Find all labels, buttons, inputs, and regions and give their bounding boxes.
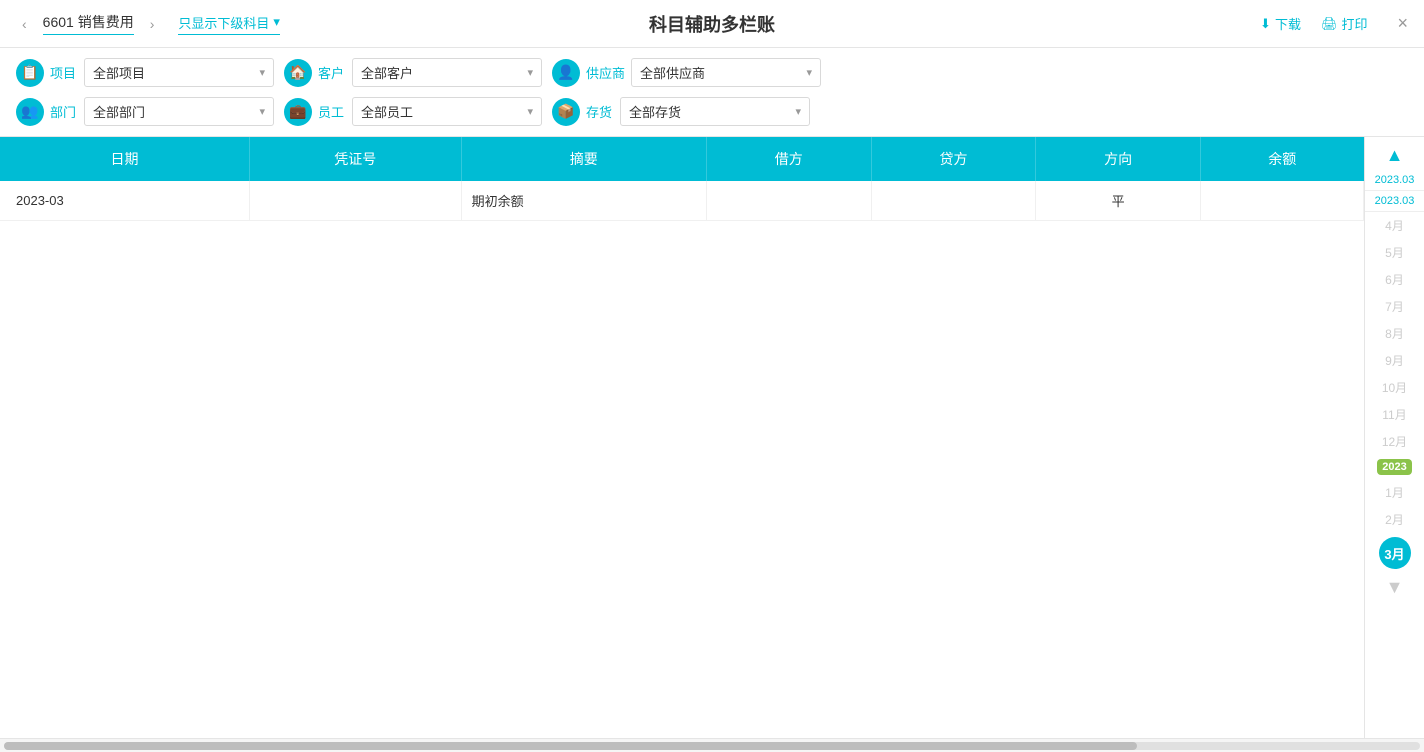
employee-value: 全部员工 [361,102,413,121]
col-balance: 余额 [1200,137,1363,181]
timeline-scroll-up[interactable]: ▲ [1382,141,1408,170]
filter-item-supplier: 👤 供应商 全部供应商 ▾ [552,58,821,87]
account-code-label: 6601 销售费用 [43,12,134,35]
filter-item-inventory: 📦 存货 全部存货 ▾ [552,97,810,126]
timeline-month-7[interactable]: 7月 [1365,293,1424,320]
filter-item-employee: 💼 员工 全部员工 ▾ [284,97,542,126]
cell-credit [871,181,1036,221]
ledger-table: 日期 凭证号 摘要 借方 贷方 方向 余额 2023-03 期初余额 [0,137,1364,221]
timeline-sub-2023-03[interactable]: 2023.03 [1365,191,1424,212]
col-debit: 借方 [706,137,871,181]
employee-arrow-icon: ▾ [527,105,533,118]
timeline-month-8[interactable]: 8月 [1365,320,1424,347]
main-window: ‹ 6601 销售费用 › 只显示下级科目 ▾ 科目辅助多栏账 ⬇ 下载 🖨 打… [0,0,1424,752]
top-bar: ‹ 6601 销售费用 › 只显示下级科目 ▾ 科目辅助多栏账 ⬇ 下载 🖨 打… [0,0,1424,48]
nav-next-button[interactable]: › [144,14,161,34]
scrollbar-track[interactable] [4,742,1420,750]
show-sub-label: 只显示下级科目 [178,13,269,32]
col-voucher: 凭证号 [249,137,461,181]
bottom-scrollbar[interactable] [0,738,1424,752]
supplier-arrow-icon: ▾ [806,66,812,79]
customer-arrow-icon: ▾ [527,66,533,79]
col-summary: 摘要 [461,137,706,181]
timeline-month-6[interactable]: 6月 [1365,266,1424,293]
timeline-month-1[interactable]: 1月 [1365,479,1424,506]
inventory-arrow-icon: ▾ [795,105,801,118]
cell-balance [1200,181,1363,221]
timeline-sidebar: ▲ 2023.03 2023.03 4月 5月 6月 7月 8月 9月 10月 … [1364,137,1424,738]
timeline-month-5[interactable]: 5月 [1365,239,1424,266]
show-sub-arrow-icon: ▾ [273,14,280,30]
customer-value: 全部客户 [361,63,413,82]
scrollbar-thumb[interactable] [4,742,1137,750]
cell-date: 2023-03 [0,181,249,221]
download-icon: ⬇ [1260,16,1271,32]
timeline-month-12[interactable]: 12月 [1365,428,1424,455]
col-direction: 方向 [1036,137,1201,181]
close-button[interactable]: × [1397,13,1408,34]
project-arrow-icon: ▾ [259,66,265,79]
cell-summary: 期初余额 [461,181,706,221]
table-header-row: 日期 凭证号 摘要 借方 贷方 方向 余额 [0,137,1364,181]
inventory-select[interactable]: 全部存货 ▾ [620,97,810,126]
timeline-month-3-active[interactable]: 3月 [1379,537,1411,569]
timeline-group-2023-03[interactable]: 2023.03 [1365,170,1424,191]
project-value: 全部项目 [93,63,145,82]
year-badge: 2023 [1377,459,1411,475]
filter-item-project: 📋 项目 全部项目 ▾ [16,58,274,87]
col-date: 日期 [0,137,249,181]
department-arrow-icon: ▾ [259,105,265,118]
department-icon: 👥 [16,98,44,126]
filter-item-customer: 🏠 客户 全部客户 ▾ [284,58,542,87]
employee-select[interactable]: 全部员工 ▾ [352,97,542,126]
department-value: 全部部门 [93,102,145,121]
supplier-value: 全部供应商 [640,63,705,82]
timeline-scroll-down[interactable]: ▼ [1382,573,1408,602]
project-icon: 📋 [16,59,44,87]
customer-label: 客户 [318,63,346,82]
table-container: 日期 凭证号 摘要 借方 贷方 方向 余额 2023-03 期初余额 [0,137,1424,738]
inventory-label: 存货 [586,102,614,121]
department-label: 部门 [50,102,78,121]
supplier-icon: 👤 [552,59,580,87]
timeline-month-4[interactable]: 4月 [1365,212,1424,239]
show-sub-button[interactable]: 只显示下级科目 ▾ [178,13,280,35]
print-button[interactable]: 🖨 打印 [1321,14,1368,33]
print-icon: 🖨 [1321,16,1338,32]
top-actions: ⬇ 下载 🖨 打印 × [1260,13,1408,34]
download-label: 下载 [1275,14,1301,33]
page-title: 科目辅助多栏账 [649,11,775,37]
project-label: 项目 [50,63,78,82]
cell-debit [706,181,871,221]
col-credit: 贷方 [871,137,1036,181]
cell-direction: 平 [1036,181,1201,221]
nav-prev-button[interactable]: ‹ [16,14,33,34]
supplier-select[interactable]: 全部供应商 ▾ [631,58,821,87]
customer-icon: 🏠 [284,59,312,87]
department-select[interactable]: 全部部门 ▾ [84,97,274,126]
table-row[interactable]: 2023-03 期初余额 平 [0,181,1364,221]
inventory-icon: 📦 [552,98,580,126]
table-main: 日期 凭证号 摘要 借方 贷方 方向 余额 2023-03 期初余额 [0,137,1364,738]
timeline-month-2[interactable]: 2月 [1365,506,1424,533]
project-select[interactable]: 全部项目 ▾ [84,58,274,87]
download-button[interactable]: ⬇ 下载 [1260,14,1301,33]
filter-item-department: 👥 部门 全部部门 ▾ [16,97,274,126]
employee-label: 员工 [318,102,346,121]
supplier-label: 供应商 [586,63,625,82]
timeline-month-11[interactable]: 11月 [1365,401,1424,428]
timeline-month-9[interactable]: 9月 [1365,347,1424,374]
print-label: 打印 [1341,14,1367,33]
cell-voucher [249,181,461,221]
customer-select[interactable]: 全部客户 ▾ [352,58,542,87]
timeline-month-10[interactable]: 10月 [1365,374,1424,401]
inventory-value: 全部存货 [629,102,681,121]
employee-icon: 💼 [284,98,312,126]
filter-bar: 📋 项目 全部项目 ▾ 🏠 客户 全部客户 ▾ 👤 供应商 全部供应商 ▾ [0,48,1424,137]
